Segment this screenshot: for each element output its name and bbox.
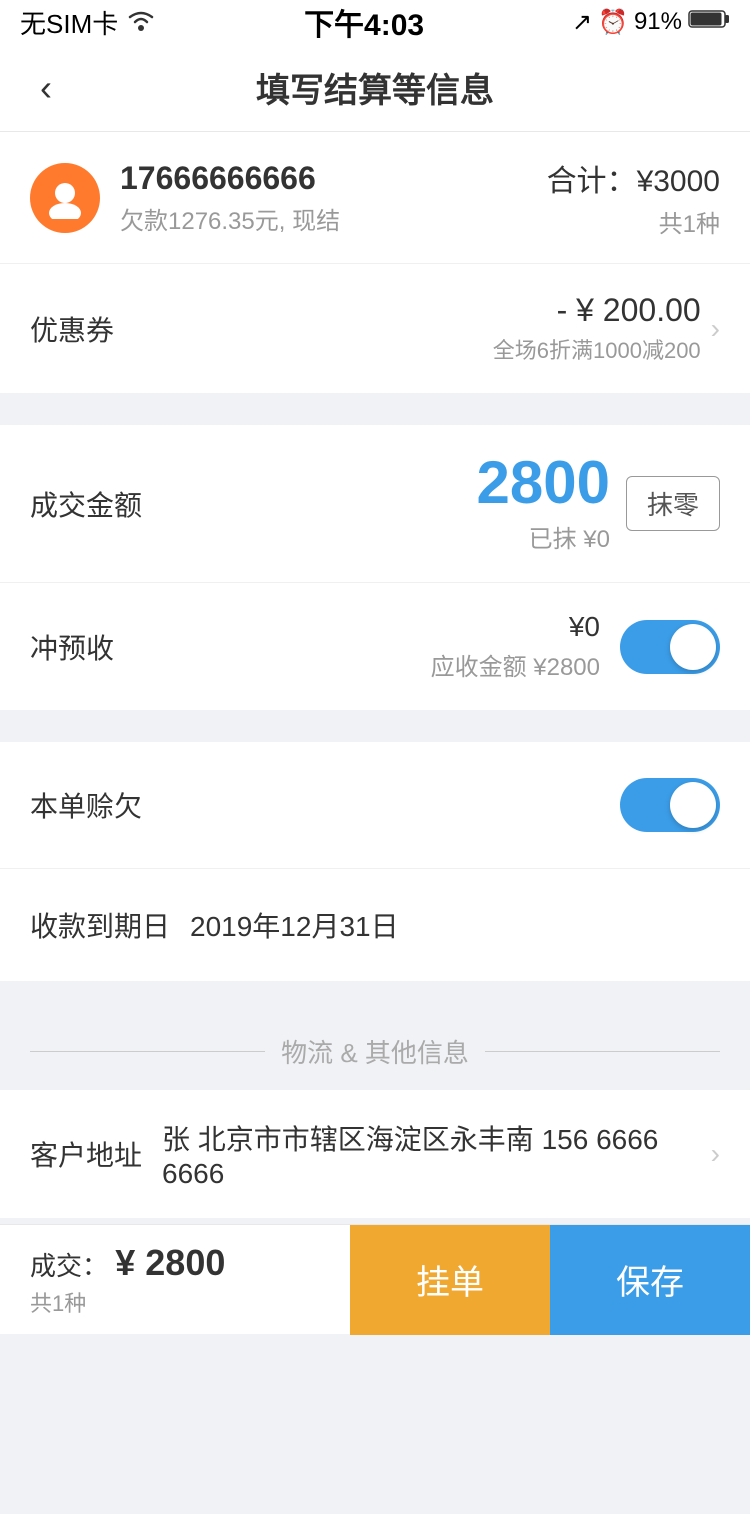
deal-amount-value: 2800 [477, 453, 610, 513]
coupon-row[interactable]: 优惠券 - ¥ 200.00 全场6折满1000减200 › [0, 263, 750, 393]
address-right: 张 北京市市辖区海淀区永丰南 156 6666 6666 › [162, 1118, 720, 1190]
page-title: 填写结算等信息 [256, 63, 494, 112]
header-line-right [485, 1051, 720, 1052]
address-row[interactable]: 客户地址 张 北京市市辖区海淀区永丰南 156 6666 6666 › [0, 1090, 750, 1218]
coupon-detail: 全场6折满1000减200 [493, 333, 701, 365]
address-card[interactable]: 客户地址 张 北京市市辖区海淀区永丰南 156 6666 6666 › [0, 1090, 750, 1218]
total-count: 共1种 [547, 204, 720, 239]
battery-icon [688, 8, 730, 37]
deal-amount-card: 成交金额 2800 已抹 ¥0 抹零 冲预收 ¥0 应收金额 ¥2800 [0, 425, 750, 710]
customer-debt: 欠款1276.35元, 现结 [120, 201, 547, 236]
prepay-amount: ¥0 [431, 611, 600, 643]
own-debt-row: 本单赊欠 [0, 742, 750, 868]
coupon-amount: - ¥ 200.00 [493, 292, 701, 329]
due-date-row: 收款到期日 2019年12月31日 [0, 868, 750, 981]
separator-2 [0, 726, 750, 742]
bottom-bar: 成交： ¥ 2800 共1种 挂单 保存 [0, 1224, 750, 1334]
deal-amount-right: 2800 已抹 ¥0 抹零 [477, 453, 721, 554]
own-debt-card: 本单赊欠 收款到期日 2019年12月31日 [0, 742, 750, 981]
prepay-row: 冲预收 ¥0 应收金额 ¥2800 [0, 582, 750, 710]
own-debt-label: 本单赊欠 [30, 785, 142, 825]
separator-1 [0, 409, 750, 425]
due-date-value: 2019年12月31日 [190, 905, 399, 945]
bottom-info: 成交： ¥ 2800 共1种 [0, 1242, 350, 1318]
bottom-deal-label: 成交： ¥ 2800 [30, 1242, 320, 1284]
customer-info: 17666666666 欠款1276.35元, 现结 [120, 160, 547, 236]
address-label: 客户地址 [30, 1134, 142, 1174]
hang-button[interactable]: 挂单 [350, 1225, 550, 1335]
round-down-button[interactable]: 抹零 [626, 476, 720, 531]
save-button[interactable]: 保存 [550, 1225, 750, 1335]
prepay-toggle[interactable] [620, 620, 720, 674]
total-amount: 合计：¥3000 [547, 156, 720, 200]
toggle-knob [670, 624, 716, 670]
address-chevron-icon: › [711, 1138, 720, 1170]
status-bar: 无SIM卡 下午4:03 ↗ ⏰ 91% [0, 0, 750, 44]
nav-bar: ‹ 填写结算等信息 [0, 44, 750, 132]
prepay-label: 冲预收 [30, 627, 114, 667]
deal-amount-row: 成交金额 2800 已抹 ¥0 抹零 [0, 425, 750, 582]
status-left: 无SIM卡 [20, 4, 156, 41]
prepay-col: ¥0 应收金额 ¥2800 [431, 611, 600, 682]
address-value: 张 北京市市辖区海淀区永丰南 156 6666 6666 [162, 1118, 705, 1190]
deal-amount-label: 成交金额 [30, 484, 142, 524]
prepay-receivable: 应收金额 ¥2800 [431, 647, 600, 682]
own-debt-toggle[interactable] [620, 778, 720, 832]
coupon-right: - ¥ 200.00 全场6折满1000减200 › [493, 292, 720, 365]
logistics-section-header: 物流 & 其他信息 [0, 1013, 750, 1090]
customer-phone: 17666666666 [120, 160, 547, 197]
avatar [30, 163, 100, 233]
customer-row: 17666666666 欠款1276.35元, 现结 合计：¥3000 共1种 [0, 132, 750, 263]
back-button[interactable]: ‹ [30, 57, 62, 119]
bottom-count: 共1种 [30, 1286, 320, 1318]
own-debt-toggle-knob [670, 782, 716, 828]
due-date-label: 收款到期日 [30, 905, 170, 945]
separator-3 [0, 997, 750, 1013]
customer-total: 合计：¥3000 共1种 [547, 156, 720, 239]
customer-card: 17666666666 欠款1276.35元, 现结 合计：¥3000 共1种 … [0, 132, 750, 393]
status-time: 下午4:03 [304, 0, 424, 44]
prepay-right: ¥0 应收金额 ¥2800 [431, 611, 720, 682]
coupon-label: 优惠券 [30, 309, 114, 349]
bottom-deal-amount: ¥ 2800 [115, 1242, 225, 1283]
header-line-left [30, 1051, 265, 1052]
battery-level: 91% [634, 8, 682, 36]
section-header-text: 物流 & 其他信息 [281, 1033, 469, 1070]
deal-amount-col: 2800 已抹 ¥0 [477, 453, 610, 554]
clock-icon: ⏰ [598, 8, 628, 37]
deal-zeroed: 已抹 ¥0 [529, 519, 610, 554]
sim-status: 无SIM卡 [20, 4, 118, 41]
location-icon: ↗ [572, 8, 592, 37]
coupon-chevron-icon: › [711, 313, 720, 345]
status-right: ↗ ⏰ 91% [572, 8, 730, 37]
wifi-icon [126, 7, 156, 38]
